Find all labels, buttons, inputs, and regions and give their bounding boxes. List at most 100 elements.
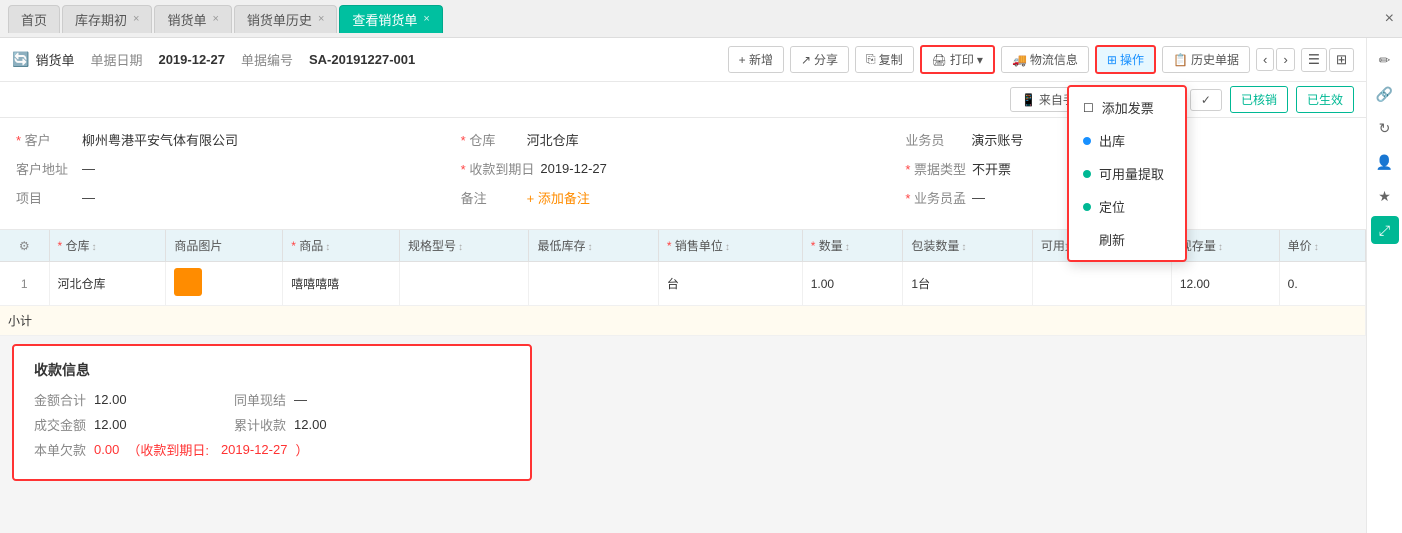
history-button[interactable]: 📋 历史单据	[1162, 46, 1250, 73]
print-label: 打印	[950, 51, 974, 68]
tab-inventory[interactable]: 库存期初 ×	[62, 5, 152, 33]
address-value: —	[82, 161, 95, 176]
share-button[interactable]: ↗ 分享	[790, 46, 849, 73]
nav-arrows: ‹ ›	[1256, 48, 1295, 71]
doc-date-value: 2019-12-27	[158, 52, 225, 67]
note-label: 备注	[461, 188, 521, 207]
project-field: 项目 —	[16, 188, 461, 207]
available-take-dot-icon	[1083, 170, 1091, 178]
history-label: 历史单据	[1191, 51, 1239, 68]
print-dropdown-arrow[interactable]: ▾	[977, 53, 983, 67]
add-note-button[interactable]: 添加备注	[527, 188, 590, 207]
dropdown-available-take[interactable]: 可用量提取	[1069, 157, 1185, 190]
payment-row-3: 本单欠款 0.00 （收款到期日: 2019-12-27 ）	[34, 440, 510, 459]
logistics-button[interactable]: 🚚 物流信息	[1001, 46, 1089, 73]
share-label: 分享	[814, 51, 838, 68]
doc-number-label: 单据编号	[241, 50, 293, 69]
sidebar-link-icon[interactable]: 🔗	[1371, 80, 1399, 108]
doc-date-label: 单据日期	[90, 50, 142, 69]
warehouse-label: 仓库	[461, 130, 521, 149]
doc-meta: 单据日期 2019-12-27 单据编号 SA-20191227-001	[90, 50, 415, 69]
operate-label: 操作	[1120, 51, 1144, 68]
cumulative-receipt-label: 累计收款	[234, 415, 286, 434]
tab-bar: 首页 库存期初 × 销货单 × 销货单历史 × 查看销货单 × ×	[0, 0, 1402, 38]
yishengxiao-button[interactable]: 已生效	[1296, 86, 1354, 113]
sidebar-user-icon[interactable]: 👤	[1371, 148, 1399, 176]
project-value: —	[82, 190, 95, 205]
next-arrow[interactable]: ›	[1276, 48, 1294, 71]
sidebar-edit-icon[interactable]: ✏	[1371, 46, 1399, 74]
history-icon: 📋	[1173, 53, 1188, 67]
share-icon: ↗	[801, 53, 811, 67]
staff-value: 演示账号	[971, 130, 1023, 149]
window-close-button[interactable]: ×	[1385, 10, 1394, 28]
doc-type-icon: 🔄	[12, 51, 29, 68]
phone-icon: 📱	[1021, 93, 1036, 107]
grid-view-button[interactable]: ⊞	[1329, 48, 1354, 72]
col-unit: 销售单位↕	[658, 230, 802, 262]
locate-dot-icon	[1083, 203, 1091, 211]
customer-field: 客户 柳州粤港平安气体有限公司	[16, 130, 461, 149]
same-order-settle-label: 同单现结	[234, 390, 286, 409]
tab-sales[interactable]: 销货单 ×	[154, 5, 231, 33]
col-settings[interactable]: ⚙	[0, 230, 49, 262]
tab-sales-history[interactable]: 销货单历史 ×	[234, 5, 337, 33]
print-icon: 🖨	[932, 53, 947, 67]
available-take-label: 可用量提取	[1099, 164, 1164, 183]
customer-label: 客户	[16, 130, 76, 149]
copy-button[interactable]: ⎘ 复制	[855, 46, 914, 73]
col-package-qty: 包装数量↕	[903, 230, 1032, 262]
prev-arrow[interactable]: ‹	[1256, 48, 1274, 71]
payment-row-2: 成交金额 12.00 累计收款 12.00	[34, 415, 510, 434]
col-spec: 规格型号↕	[400, 230, 529, 262]
deal-amount-label: 成交金额	[34, 415, 86, 434]
right-sidebar: ✏ 🔗 ↻ 👤 ★ ⤢	[1366, 38, 1402, 533]
row-index: 1	[0, 262, 49, 306]
add-invoice-label: 添加发票	[1102, 98, 1154, 117]
row-unit-price: 0.	[1279, 262, 1365, 306]
cumulative-receipt-field: 累计收款 12.00	[234, 415, 394, 434]
sidebar-refresh-icon[interactable]: ↻	[1371, 114, 1399, 142]
dropdown-locate[interactable]: 定位	[1069, 190, 1185, 223]
sidebar-star-icon[interactable]: ★	[1371, 182, 1399, 210]
staff-label: 业务员	[905, 130, 965, 149]
new-button[interactable]: + 新增	[728, 46, 784, 73]
sidebar-expand-icon[interactable]: ⤢	[1371, 216, 1399, 244]
yihexiao-button[interactable]: 已核销	[1230, 86, 1288, 113]
tab-home[interactable]: 首页	[8, 5, 60, 33]
tab-view-sales[interactable]: 查看销货单 ×	[339, 5, 442, 33]
copy-label: 复制	[879, 51, 903, 68]
dropdown-refresh[interactable]: 刷新	[1069, 223, 1185, 256]
note-field: 备注 添加备注	[461, 188, 906, 207]
operate-button[interactable]: ⊞ 操作	[1097, 47, 1154, 72]
tab-sales-close[interactable]: ×	[212, 13, 218, 25]
print-button[interactable]: 🖨 打印 ▾	[922, 47, 993, 72]
tab-sales-history-close[interactable]: ×	[318, 13, 324, 25]
due-date-close-paren: ）	[295, 440, 308, 459]
col-current-stock: 现存量↕	[1171, 230, 1279, 262]
doc-actions: + 新增 ↗ 分享 ⎘ 复制 🖨 打印 ▾ 🚚	[728, 45, 1354, 74]
list-view-button[interactable]: ☰	[1301, 48, 1327, 72]
amount-total-label: 金额合计	[34, 390, 86, 409]
due-date-value: 2019-12-27	[221, 442, 288, 457]
product-thumbnail	[174, 268, 202, 296]
dropdown-menu: ☐ 添加发票 出库 可用量提取 定位 刷新	[1067, 85, 1187, 262]
logistics-label: 物流信息	[1030, 51, 1078, 68]
project-label: 项目	[16, 188, 76, 207]
due-date-field: 收款到期日 2019-12-27	[461, 159, 906, 178]
row-image	[166, 262, 283, 306]
address-label: 客户地址	[16, 159, 76, 178]
row-unit: 台	[658, 262, 802, 306]
tab-inventory-close[interactable]: ×	[133, 13, 139, 25]
same-order-settle-field: 同单现结 —	[234, 390, 394, 409]
doc-type-label: 销货单	[35, 50, 74, 69]
warehouse-field: 仓库 河北仓库	[461, 130, 906, 149]
dropdown-outbound[interactable]: 出库	[1069, 124, 1185, 157]
document-header: 🔄 销货单 单据日期 2019-12-27 单据编号 SA-20191227-0…	[0, 38, 1366, 82]
order-due-field: 本单欠款 0.00 （收款到期日: 2019-12-27 ）	[34, 440, 308, 459]
confirm-button[interactable]: ✓	[1190, 89, 1222, 111]
dropdown-add-invoice[interactable]: ☐ 添加发票	[1069, 91, 1185, 124]
deal-amount-field: 成交金额 12.00	[34, 415, 194, 434]
tab-view-sales-label: 查看销货单	[352, 10, 417, 29]
tab-view-sales-close[interactable]: ×	[423, 13, 429, 25]
